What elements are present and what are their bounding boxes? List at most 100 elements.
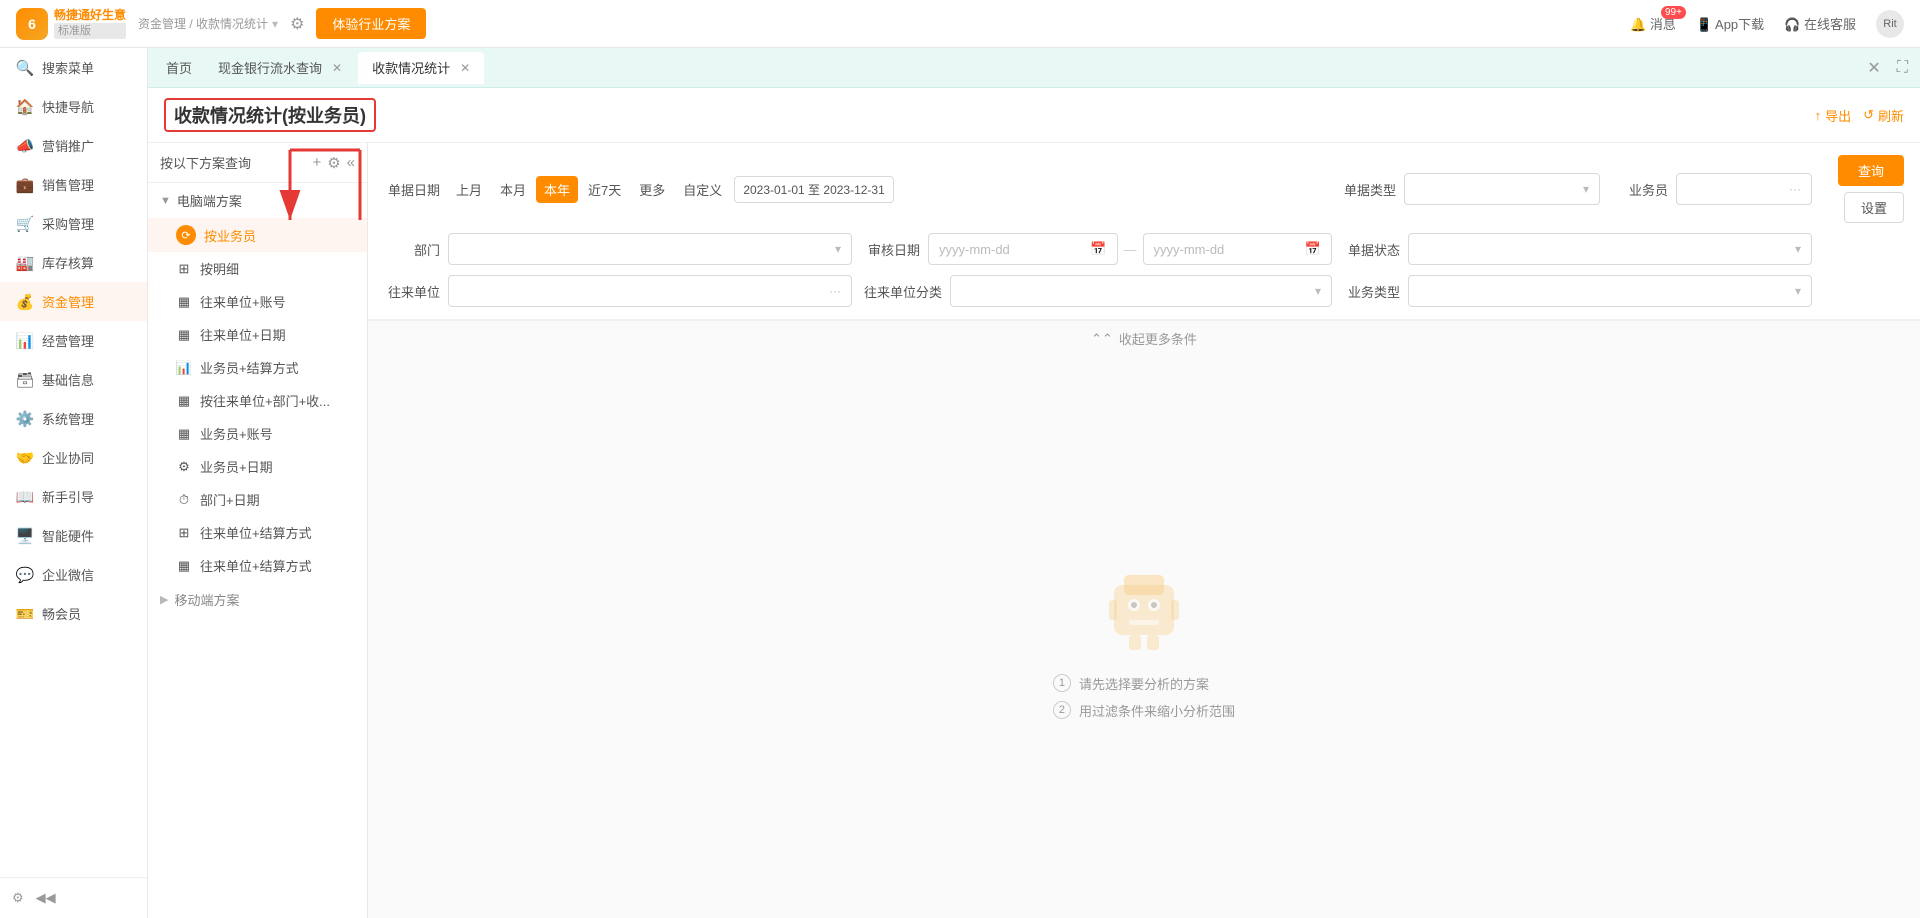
scheme-item-dept-date[interactable]: ⏱ 部门+日期 (148, 483, 367, 516)
page-title: 收款情况统计(按业务员) (164, 98, 376, 132)
date-btn-this-month[interactable]: 本月 (492, 176, 534, 203)
calendar-icon-right: 📅 (1305, 241, 1321, 257)
sidebar-label-corp-wechat: 企业微信 (42, 565, 94, 584)
edition-badge: 标准版 (54, 23, 126, 39)
sidebar-item-quicknav[interactable]: 🏠 快捷导航 (0, 87, 147, 126)
review-date-to-input[interactable]: yyyy-mm-dd 📅 (1143, 233, 1333, 265)
staff-select[interactable]: ··· (1676, 173, 1812, 205)
desktop-group-header[interactable]: ▼ 电脑端方案 (148, 183, 367, 218)
robot-svg (1094, 555, 1194, 655)
member-icon: 🎫 (16, 605, 34, 623)
filter-partner-category-field: 往来单位分类 ▾ (864, 275, 1332, 307)
biz-type-select[interactable]: ▾ (1408, 275, 1812, 307)
mobile-group-header[interactable]: ▶ 移动端方案 (148, 582, 367, 617)
trial-button[interactable]: 体验行业方案 (316, 8, 426, 39)
sidebar-item-corp-wechat[interactable]: 💬 企业微信 (0, 555, 147, 594)
partner-category-select[interactable]: ▾ (950, 275, 1332, 307)
system-icon: ⚙️ (16, 410, 34, 428)
filter-row-2: 部门 ▾ 审核日期 y (384, 233, 1904, 265)
date-btn-more[interactable]: 更多 (631, 176, 673, 203)
sidebar-item-member[interactable]: 🎫 畅会员 (0, 594, 147, 633)
sidebar-item-system[interactable]: ⚙️ 系统管理 (0, 399, 147, 438)
sidebar-item-marketing[interactable]: 📣 营销推广 (0, 126, 147, 165)
tab-collection-stats-close[interactable]: ✕ (460, 61, 470, 75)
ops-icon: 📊 (16, 332, 34, 350)
scheme-label-partner-settlement2: 往来单位+结算方式 (200, 556, 312, 575)
scheme-item-partner-account[interactable]: ▦ 往来单位+账号 (148, 285, 367, 318)
sidebar: 🔍 搜索菜单 🏠 快捷导航 📣 营销推广 💼 销售管理 🛒 采购管理 🏭 库存核… (0, 48, 148, 918)
collapse-label: 收起更多条件 (1119, 329, 1197, 348)
sidebar-item-corp-collab[interactable]: 🤝 企业协同 (0, 438, 147, 477)
collapse-sidebar-icon[interactable]: ◀◀ (36, 890, 56, 906)
scheme-item-partner-date[interactable]: ▦ 往来单位+日期 (148, 318, 367, 351)
scheme-item-partner-settlement2[interactable]: ▦ 往来单位+结算方式 (148, 549, 367, 582)
review-date-label: 审核日期 (864, 240, 920, 259)
voucher-type-select[interactable]: ▾ (1404, 173, 1600, 205)
scheme-settings-icon[interactable]: ⚙ (327, 154, 340, 172)
scheme-item-by-staff[interactable]: ⟳ 按业务员 (148, 218, 367, 252)
sidebar-item-finance[interactable]: 💰 资金管理 (0, 282, 147, 321)
partner-select[interactable]: ··· (448, 275, 852, 307)
sidebar-item-new-guide[interactable]: 📖 新手引导 (0, 477, 147, 516)
export-button[interactable]: ↑ 导出 (1815, 106, 1852, 125)
tab-bank-flow-close[interactable]: ✕ (332, 61, 342, 75)
tab-collection-stats[interactable]: 收款情况统计 ✕ (358, 52, 484, 84)
online-service[interactable]: 🎧 在线客服 (1784, 14, 1856, 33)
app-download[interactable]: 📱 App下载 (1696, 14, 1764, 33)
mobile-group-label: 移动端方案 (174, 590, 239, 609)
tab-home-label: 首页 (166, 58, 192, 77)
scheme-item-partner-dept[interactable]: ▦ 按往来单位+部门+收... (148, 384, 367, 417)
user-avatar[interactable]: Rit (1876, 10, 1904, 38)
filter-settings-button[interactable]: 设置 (1844, 192, 1904, 223)
sidebar-item-base[interactable]: 🗃 基础信息 (0, 360, 147, 399)
settings-icon[interactable]: ⚙ (290, 14, 304, 34)
collapse-more-conditions[interactable]: ⌃⌃ 收起更多条件 (368, 320, 1920, 356)
sidebar-item-warehouse[interactable]: 🏭 库存核算 (0, 243, 147, 282)
logo-text: 畅捷通好生意 (54, 8, 126, 24)
filter-partner-field: 往来单位 ··· (384, 275, 852, 307)
main-layout: 🔍 搜索菜单 🏠 快捷导航 📣 营销推广 💼 销售管理 🛒 采购管理 🏭 库存核… (0, 48, 1920, 918)
sidebar-item-purchase[interactable]: 🛒 采购管理 (0, 204, 147, 243)
scheme-item-staff-date[interactable]: ⚙ 业务员+日期 (148, 450, 367, 483)
date-btn-custom[interactable]: 自定义 (675, 176, 730, 203)
filter-voucher-status-field: 单据状态 ▾ (1344, 233, 1812, 265)
refresh-button[interactable]: ↺ 刷新 (1863, 106, 1904, 125)
messages-area[interactable]: 🔔 消息 99+ (1630, 14, 1676, 33)
date-range-display[interactable]: 2023-01-01 至 2023-12-31 (734, 176, 894, 203)
partner-label: 往来单位 (384, 282, 440, 301)
filter-staff-field: 业务员 ··· (1612, 173, 1812, 205)
maximize-window-btn[interactable]: ⛶ (1893, 55, 1912, 81)
dept-select[interactable]: ▾ (448, 233, 852, 265)
scheme-item-partner-settlement1[interactable]: ⊞ 往来单位+结算方式 (148, 516, 367, 549)
date-btn-this-year[interactable]: 本年 (536, 176, 578, 203)
sidebar-label-warehouse: 库存核算 (42, 253, 94, 272)
sidebar-label-base: 基础信息 (42, 370, 94, 389)
scheme-item-by-detail[interactable]: ⊞ 按明细 (148, 252, 367, 285)
voucher-status-select[interactable]: ▾ (1408, 233, 1812, 265)
query-button[interactable]: 查询 (1838, 155, 1904, 186)
sidebar-label-corp-collab: 企业协同 (42, 448, 94, 467)
tab-bank-flow-label: 现金银行流水查询 (218, 58, 322, 77)
hint-text-2: 用过滤条件来缩小分析范围 (1079, 701, 1235, 720)
scheme-item-staff-account[interactable]: ▦ 业务员+账号 (148, 417, 367, 450)
sidebar-item-ops[interactable]: 📊 经营管理 (0, 321, 147, 360)
scheme-item-staff-settlement[interactable]: 📊 业务员+结算方式 (148, 351, 367, 384)
collapse-panel-icon[interactable]: « (347, 154, 355, 171)
sidebar-item-smart-hw[interactable]: 🖥️ 智能硬件 (0, 516, 147, 555)
date-btn-last-month[interactable]: 上月 (448, 176, 490, 203)
filter-review-date-field: 审核日期 yyyy-mm-dd 📅 — yyyy-mm-dd (864, 233, 1332, 265)
tab-home[interactable]: 首页 (156, 52, 202, 84)
empty-hint-2: 2 用过滤条件来缩小分析范围 (1053, 701, 1235, 720)
base-icon: 🗃 (16, 371, 34, 389)
date-btn-7days[interactable]: 近7天 (580, 176, 629, 203)
add-scheme-button[interactable]: + (312, 154, 321, 171)
scheme-label-staff-settlement: 业务员+结算方式 (200, 358, 299, 377)
sidebar-item-search[interactable]: 🔍 搜索菜单 (0, 48, 147, 87)
active-scheme-icon: ⟳ (176, 225, 196, 245)
close-window-btn[interactable]: ✕ (1863, 54, 1884, 82)
biz-type-dropdown-icon: ▾ (1795, 284, 1801, 298)
sidebar-item-sales[interactable]: 💼 销售管理 (0, 165, 147, 204)
review-date-from-input[interactable]: yyyy-mm-dd 📅 (928, 233, 1118, 265)
tab-bank-flow[interactable]: 现金银行流水查询 ✕ (204, 52, 356, 84)
settings-bottom-icon[interactable]: ⚙ (12, 890, 24, 906)
